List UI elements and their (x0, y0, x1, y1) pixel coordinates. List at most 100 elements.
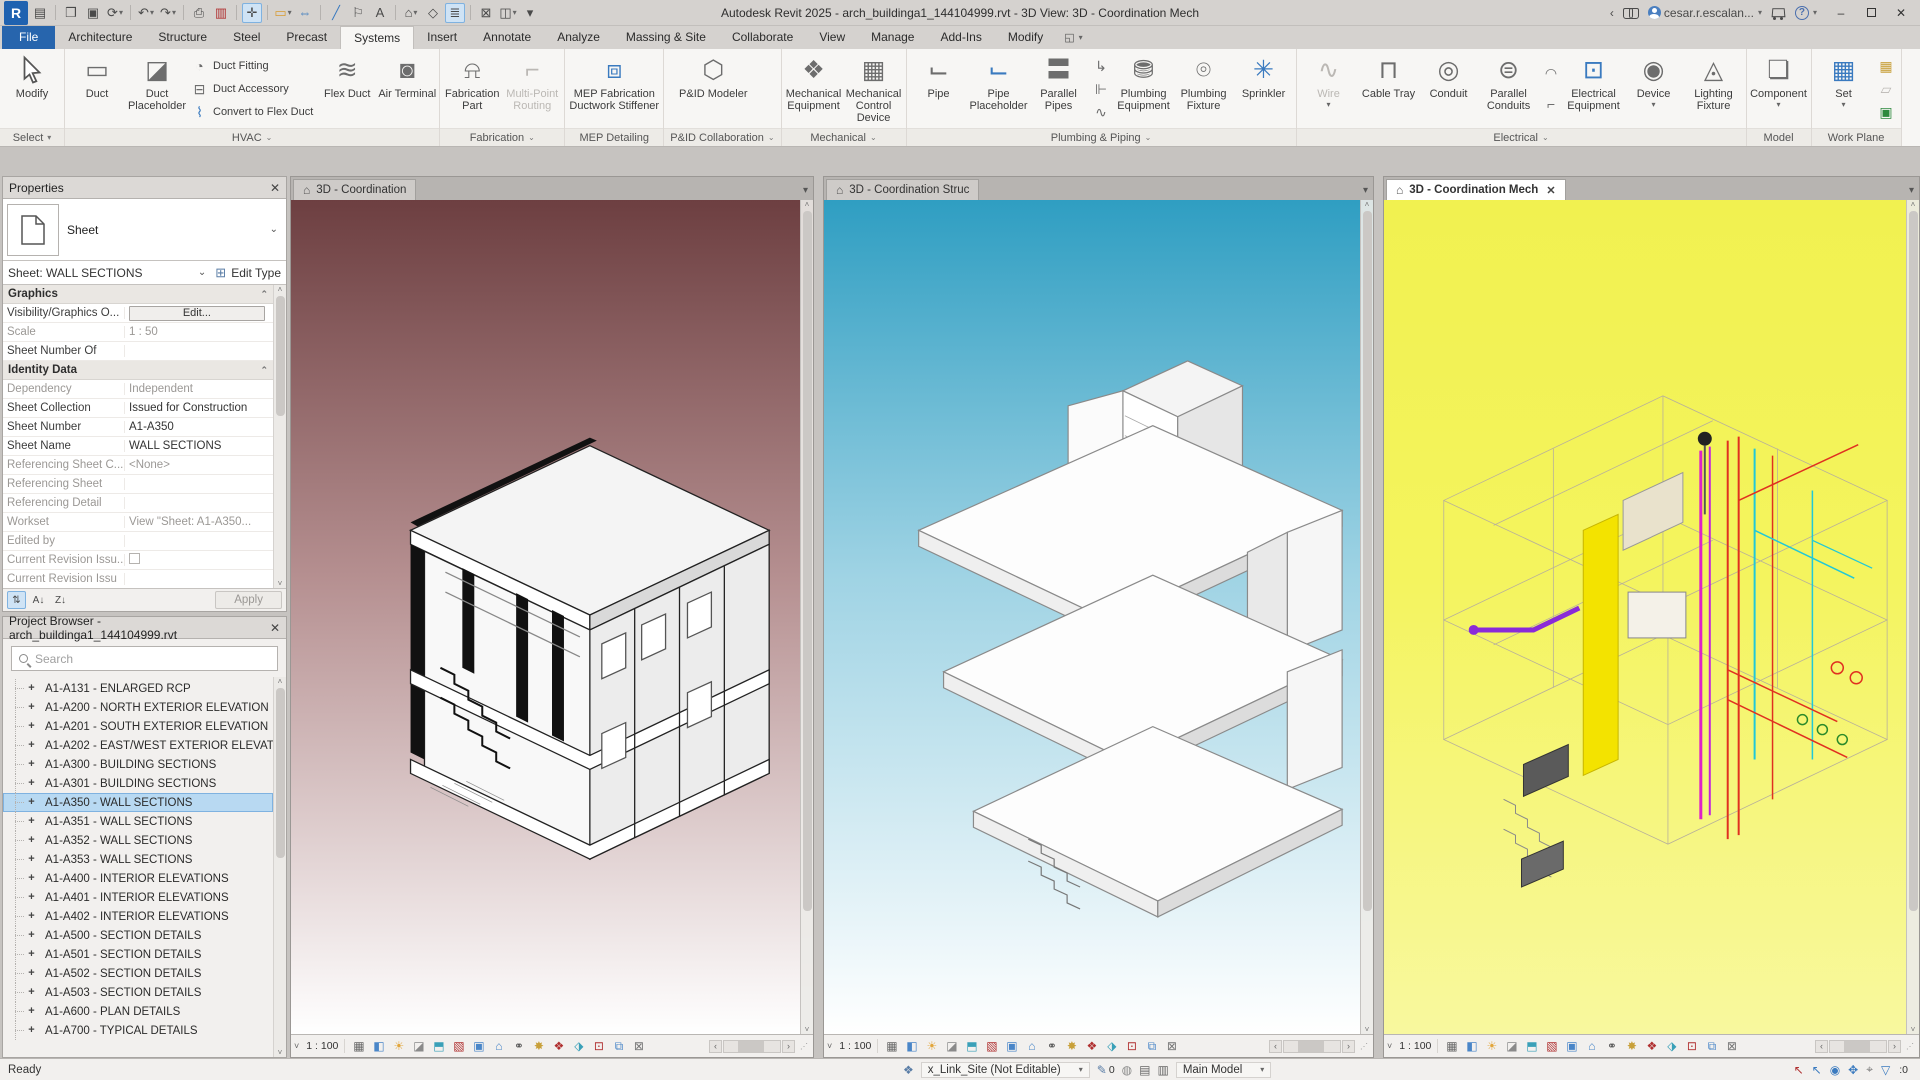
expand-icon[interactable]: + (27, 1006, 36, 1017)
resize-grip[interactable]: ⋰ (1360, 1042, 1370, 1051)
reveal-hidden-elements-icon[interactable]: ✸ (1063, 1038, 1080, 1055)
sheet-item-a1-a350[interactable]: + A1-A350 - WALL SECTIONS (3, 793, 273, 812)
scroll-track[interactable] (1283, 1039, 1341, 1053)
sheet-item-a1-a351[interactable]: + A1-A351 - WALL SECTIONS (3, 812, 273, 831)
flex-duct-button[interactable]: ≋ Flex Duct (318, 50, 376, 127)
parallel-conduits-button[interactable]: ⊜ Parallel Conduits (1480, 50, 1538, 127)
panel-label-mechanical[interactable]: Mechanical ⌄ (781, 128, 906, 146)
visual-style-icon[interactable]: ◧ (903, 1038, 920, 1055)
resize-grip[interactable]: ⋰ (1906, 1042, 1916, 1051)
tag-icon[interactable]: ⚐ (348, 3, 368, 23)
sort-ascending-icon[interactable]: A↓ (29, 591, 48, 609)
drawing-area-3[interactable]: ˄ ˅ (1384, 200, 1919, 1034)
scrollbar-thumb[interactable] (275, 688, 285, 858)
work-plane-viewer-button[interactable]: ▣ (1878, 102, 1895, 121)
sheet-item-a1-a202[interactable]: + A1-A202 - EAST/WEST EXTERIOR ELEVAT (3, 736, 273, 755)
temporary-hide-isolate-icon[interactable]: ⚭ (510, 1038, 527, 1055)
property-value[interactable]: <None> (125, 459, 273, 471)
sheet-item-a1-a352[interactable]: + A1-A352 - WALL SECTIONS (3, 831, 273, 850)
property-value[interactable]: View "Sheet: A1-A350... (125, 516, 273, 528)
expand-icon[interactable]: + (27, 683, 36, 694)
electrical-equipment-button[interactable]: ⊡ Electrical Equipment (1565, 50, 1623, 127)
reveal-hidden-elements-icon[interactable]: ✸ (1623, 1038, 1640, 1055)
tab-overflow-icon[interactable]: ▾ (1358, 185, 1373, 200)
design-option-combo[interactable]: Main Model ▾ (1175, 1061, 1272, 1078)
property-value[interactable]: Issued for Construction (125, 402, 273, 414)
scroll-up-icon[interactable]: ˄ (278, 285, 283, 294)
horizontal-scrollbar[interactable]: ‹ › (709, 1039, 795, 1053)
horizontal-scrollbar[interactable]: ‹ › (1815, 1039, 1901, 1053)
reveal-constraints-icon[interactable]: ⊡ (1123, 1038, 1140, 1055)
cable-tray-fitting-button[interactable]: ◠ (1543, 64, 1560, 83)
duct-placeholder-button[interactable]: ◪ Duct Placeholder (128, 50, 186, 127)
save-orientation-icon[interactable]: ⧉ (1143, 1038, 1160, 1055)
scrollbar-thumb[interactable] (802, 211, 812, 911)
viewport-scrollbar[interactable]: ˄ ˅ (1360, 200, 1373, 1034)
rendering-icon[interactable]: ⬒ (1523, 1038, 1540, 1055)
ribbon-tab-file[interactable]: File (2, 26, 56, 49)
view-tab-coordination[interactable]: ⌂ 3D - Coordination (293, 179, 417, 200)
viewport-scrollbar[interactable]: ˄ ˅ (800, 200, 813, 1034)
plumbing-equipment-button[interactable]: ⛃ Plumbing Equipment (1115, 50, 1173, 127)
property-value[interactable]: WALL SECTIONS (125, 440, 273, 452)
chevron-icon[interactable]: ˅ (1387, 1041, 1392, 1051)
expand-icon[interactable]: + (27, 702, 36, 713)
user-account[interactable]: cesar.r.escalan... ▾ (1647, 6, 1762, 20)
view-tab-coordination-mech[interactable]: ⌂ 3D - Coordination Mech ✕ (1386, 179, 1566, 200)
sheet-item-a1-a501[interactable]: + A1-A501 - SECTION DETAILS (3, 945, 273, 964)
scroll-right-icon[interactable]: › (1888, 1039, 1901, 1053)
expand-icon[interactable]: + (27, 873, 36, 884)
section-graphics[interactable]: Graphics ⌃ (3, 285, 273, 304)
sheet-item-a1-a500[interactable]: + A1-A500 - SECTION DETAILS (3, 926, 273, 945)
expand-icon[interactable]: + (27, 778, 36, 789)
sun-path-icon[interactable]: ☀ (923, 1038, 940, 1055)
pipe-accessory-button[interactable]: ⊩ (1093, 79, 1110, 98)
help-menu[interactable]: ? ▾ (1794, 5, 1817, 20)
close-icon[interactable]: ✕ (1546, 184, 1555, 197)
sheet-item-a1-a300[interactable]: + A1-A300 - BUILDING SECTIONS (3, 755, 273, 774)
worksharing-display-icon[interactable]: ❖ (1643, 1038, 1660, 1055)
file-document-icon[interactable]: ▤ (30, 3, 50, 23)
duct-fitting-button[interactable]: ◔ Duct Fitting (191, 56, 313, 75)
save-orientation-icon[interactable]: ⧉ (610, 1038, 627, 1055)
design-options-icon[interactable]: ▤ (1139, 1063, 1150, 1077)
panel-label-p-id-collaboration[interactable]: P&ID Collaboration ⌄ (664, 128, 781, 146)
scroll-up-icon[interactable]: ˄ (278, 677, 283, 686)
tab-overflow-icon[interactable]: ▾ (798, 185, 813, 200)
ribbon-tab-collaborate[interactable]: Collaborate (719, 26, 806, 49)
pipe-placeholder-button[interactable]: ⌙ Pipe Placeholder (969, 50, 1027, 127)
sun-path-icon[interactable]: ☀ (390, 1038, 407, 1055)
detail-level-icon[interactable]: ▦ (883, 1038, 900, 1055)
scale-control[interactable]: 1 : 100 (837, 1039, 879, 1053)
worksharing-display-icon[interactable]: ❖ (550, 1038, 567, 1055)
print-icon[interactable]: ⎙ (189, 3, 209, 23)
plumbing-fixture-button[interactable]: ⌾ Plumbing Fixture (1175, 50, 1233, 127)
dialog-launcher-icon[interactable]: ⌄ (266, 133, 273, 142)
editable-only-toggle[interactable]: ✎ 0 (1097, 1063, 1115, 1077)
show-crop-region-icon[interactable]: ▣ (1003, 1038, 1020, 1055)
fabrication-part-button[interactable]: ⍾ Fabrication Part (443, 50, 501, 127)
section-identity-data[interactable]: Identity Data ⌃ (3, 361, 273, 380)
show-crop-region-icon[interactable]: ▣ (1563, 1038, 1580, 1055)
detail-level-icon[interactable]: ▦ (350, 1038, 367, 1055)
active-workset-combo[interactable]: x_Link_Site (Not Editable) ▾ (920, 1061, 1090, 1078)
aligned-dimension-icon[interactable]: ⇔ (295, 3, 315, 23)
scroll-track[interactable] (1829, 1039, 1887, 1053)
dialog-launcher-icon[interactable]: ⌄ (1145, 133, 1152, 142)
ribbon-tab-analyze[interactable]: Analyze (544, 26, 613, 49)
expand-icon[interactable]: + (27, 797, 36, 808)
section-icon[interactable]: ✛ (242, 2, 262, 23)
scroll-left-icon[interactable]: ‹ (1269, 1039, 1282, 1053)
locked-view-icon[interactable]: ⊠ (630, 1038, 647, 1055)
shadows-icon[interactable]: ◪ (410, 1038, 427, 1055)
ribbon-display-toggle[interactable]: ◱ ▾ (1056, 26, 1090, 49)
wire-button[interactable]: ∿ Wire ▾ (1300, 50, 1358, 127)
close-icon[interactable]: ✕ (270, 621, 280, 635)
scroll-down-icon[interactable]: ˅ (278, 1048, 283, 1057)
sort-default-icon[interactable]: ⇅ (7, 591, 26, 609)
chevron-icon[interactable]: ˅ (827, 1041, 832, 1051)
expand-icon[interactable]: + (27, 949, 36, 960)
temporary-hide-isolate-icon[interactable]: ⚭ (1043, 1038, 1060, 1055)
worksharing-display-icon[interactable]: ❖ (1083, 1038, 1100, 1055)
customize-qat-icon[interactable]: ▾ (520, 3, 540, 23)
